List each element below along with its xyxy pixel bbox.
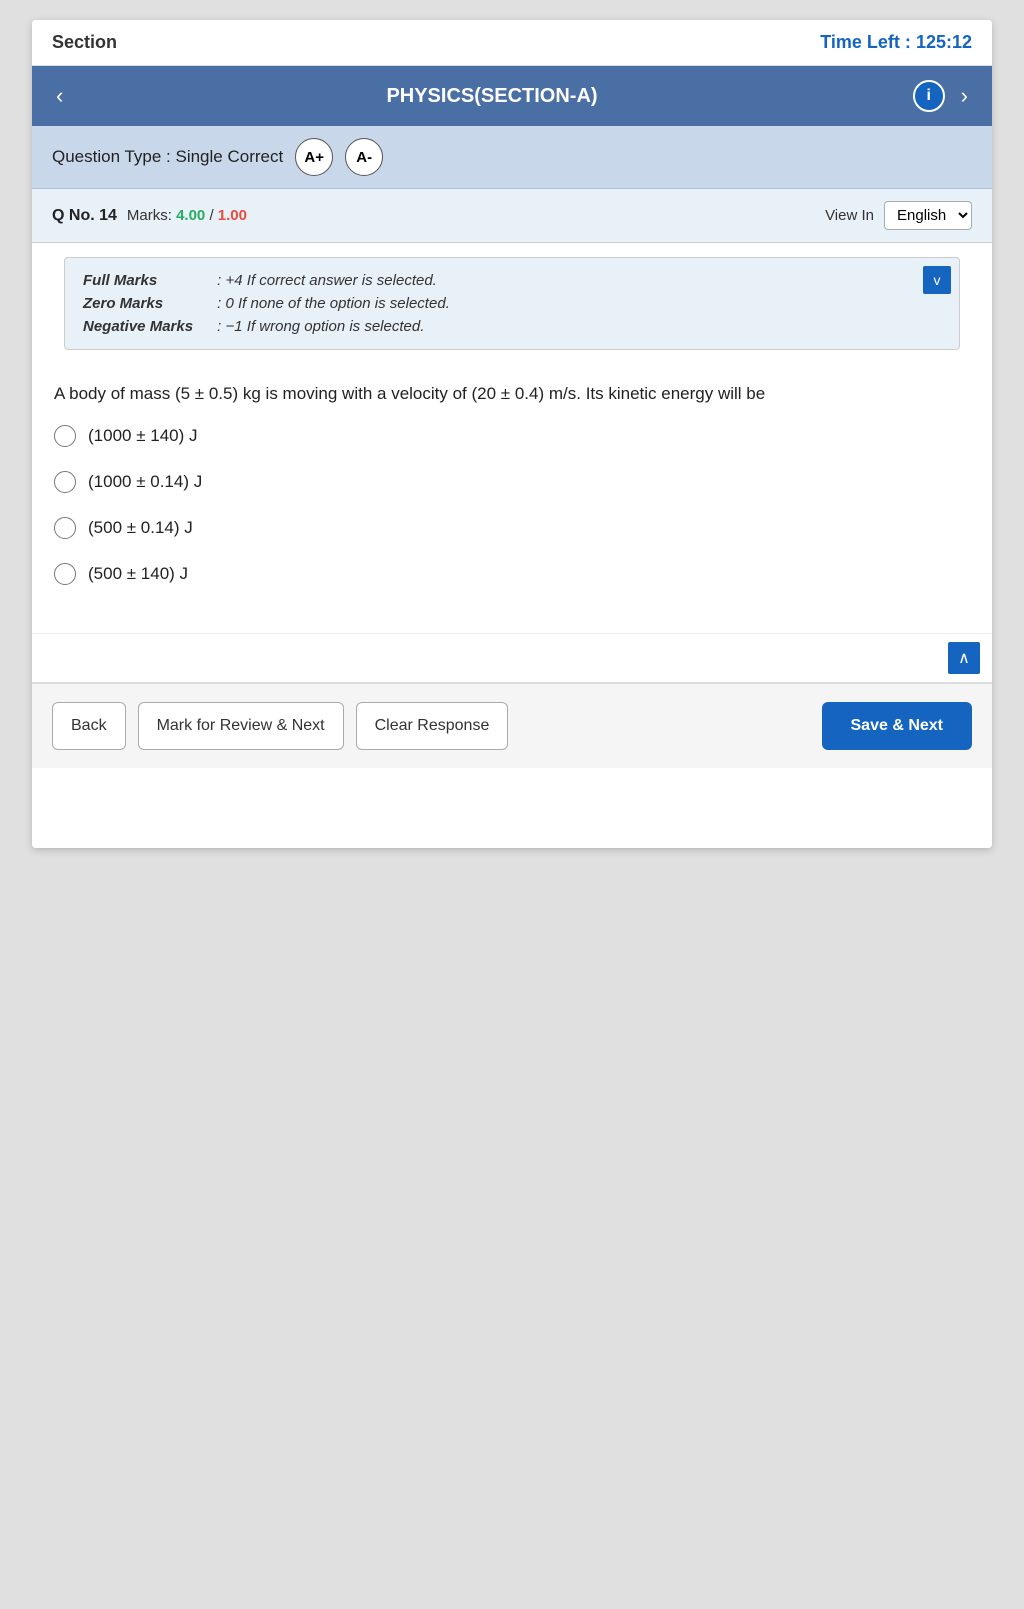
next-section-button[interactable]: ›	[953, 83, 976, 109]
question-type-label: Question Type : Single Correct	[52, 147, 283, 167]
marks-info-box: v Full Marks : +4 If correct answer is s…	[64, 257, 960, 350]
option-2[interactable]: (1000 ± 0.14) J	[54, 471, 970, 493]
negative-marks-row: Negative Marks : −1 If wrong option is s…	[83, 318, 941, 335]
main-container: Section Time Left : 125:12 ‹ PHYSICS(SEC…	[32, 20, 992, 848]
full-marks-key: Full Marks	[83, 272, 213, 289]
full-marks-value: : +4 If correct answer is selected.	[217, 272, 437, 289]
timer-value: 125:12	[916, 32, 972, 52]
option-4-radio[interactable]	[54, 563, 76, 585]
option-1[interactable]: (1000 ± 140) J	[54, 425, 970, 447]
header: Section Time Left : 125:12	[32, 20, 992, 66]
scroll-up-container: ∧	[32, 633, 992, 682]
option-2-label: (1000 ± 0.14) J	[88, 472, 202, 492]
marks-label: Marks: 4.00 / 1.00	[127, 207, 247, 224]
timer: Time Left : 125:12	[820, 32, 972, 53]
q-number-label: Q No. 14	[52, 207, 117, 225]
section-title: PHYSICS(SECTION-A)	[71, 85, 912, 108]
option-3-radio[interactable]	[54, 517, 76, 539]
view-in-label: View In	[825, 207, 874, 224]
marks-positive: 4.00	[176, 207, 205, 224]
clear-response-button[interactable]: Clear Response	[356, 702, 509, 750]
save-next-button[interactable]: Save & Next	[822, 702, 973, 750]
marks-separator: /	[209, 207, 213, 224]
options-list: (1000 ± 140) J (1000 ± 0.14) J (500 ± 0.…	[32, 425, 992, 633]
option-4[interactable]: (500 ± 140) J	[54, 563, 970, 585]
back-button[interactable]: Back	[52, 702, 126, 750]
section-bar: ‹ PHYSICS(SECTION-A) i ›	[32, 66, 992, 126]
section-label: Section	[52, 32, 117, 53]
negative-marks-key: Negative Marks	[83, 318, 213, 335]
timer-label: Time Left :	[820, 32, 911, 52]
zero-marks-key: Zero Marks	[83, 295, 213, 312]
zero-marks-row: Zero Marks : 0 If none of the option is …	[83, 295, 941, 312]
mark-review-button[interactable]: Mark for Review & Next	[138, 702, 344, 750]
negative-marks-value: : −1 If wrong option is selected.	[217, 318, 424, 335]
bottom-spacer	[32, 768, 992, 848]
language-select[interactable]: English Hindi	[884, 201, 972, 230]
font-increase-button[interactable]: A+	[295, 138, 333, 176]
info-icon[interactable]: i	[913, 80, 945, 112]
marks-negative: 1.00	[218, 207, 247, 224]
zero-marks-value: : 0 If none of the option is selected.	[217, 295, 450, 312]
full-marks-row: Full Marks : +4 If correct answer is sel…	[83, 272, 941, 289]
footer: Back Mark for Review & Next Clear Respon…	[32, 682, 992, 768]
option-2-radio[interactable]	[54, 471, 76, 493]
option-3-label: (500 ± 0.14) J	[88, 518, 193, 538]
scroll-up-button[interactable]: ∧	[948, 642, 980, 674]
prev-section-button[interactable]: ‹	[48, 83, 71, 109]
q-number-bar: Q No. 14 Marks: 4.00 / 1.00 View In Engl…	[32, 189, 992, 243]
option-4-label: (500 ± 140) J	[88, 564, 188, 584]
section-bar-right: i ›	[913, 80, 976, 112]
option-1-label: (1000 ± 140) J	[88, 426, 198, 446]
option-1-radio[interactable]	[54, 425, 76, 447]
font-decrease-button[interactable]: A-	[345, 138, 383, 176]
collapse-marks-button[interactable]: v	[923, 266, 951, 294]
option-3[interactable]: (500 ± 0.14) J	[54, 517, 970, 539]
question-text: A body of mass (5 ± 0.5) kg is moving wi…	[32, 358, 992, 425]
question-type-bar: Question Type : Single Correct A+ A-	[32, 126, 992, 189]
